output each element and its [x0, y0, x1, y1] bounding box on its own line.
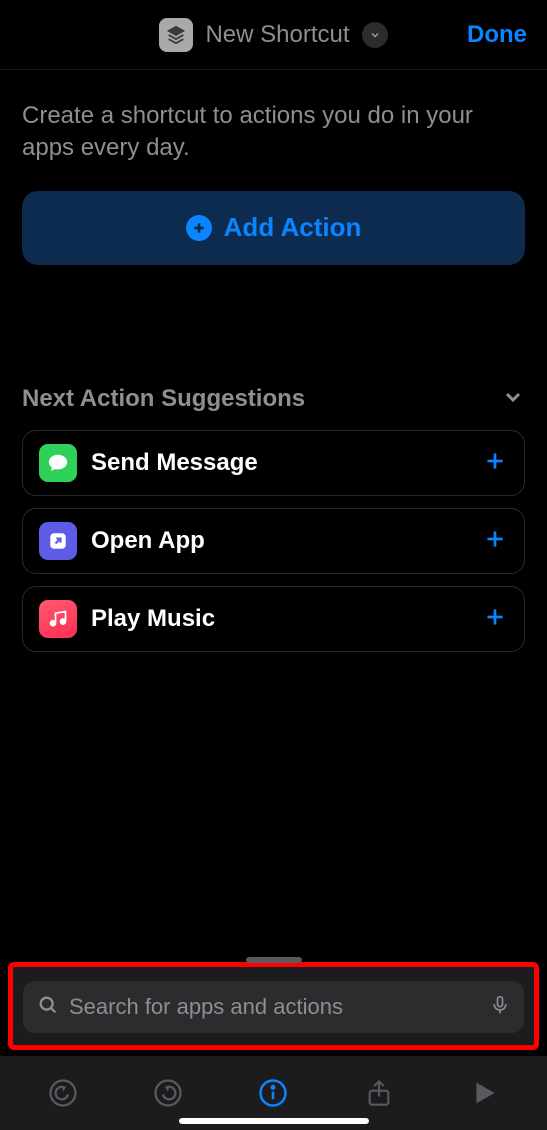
search-placeholder: Search for apps and actions [69, 994, 480, 1020]
undo-button[interactable] [43, 1073, 83, 1113]
home-indicator[interactable] [179, 1118, 369, 1124]
info-button[interactable] [253, 1073, 293, 1113]
play-button[interactable] [464, 1073, 504, 1113]
suggestions-title: Next Action Suggestions [22, 385, 305, 413]
shortcut-app-icon [159, 18, 193, 52]
redo-button[interactable] [148, 1073, 188, 1113]
chevron-down-icon[interactable] [501, 385, 525, 414]
title-chevron-icon[interactable] [362, 22, 388, 48]
search-input[interactable]: Search for apps and actions [23, 981, 524, 1033]
suggestion-label: Play Music [91, 605, 482, 633]
done-button[interactable]: Done [467, 21, 527, 49]
suggestion-send-message[interactable]: Send Message [22, 430, 525, 496]
mic-icon[interactable] [490, 994, 510, 1021]
page-title: New Shortcut [205, 21, 349, 49]
plus-icon[interactable] [482, 448, 508, 477]
header-title-group[interactable]: New Shortcut [159, 18, 387, 52]
suggestion-label: Send Message [91, 449, 482, 477]
plus-icon[interactable] [482, 526, 508, 555]
search-panel: Search for apps and actions [8, 962, 539, 1050]
intro-text: Create a shortcut to actions you do in y… [22, 100, 525, 165]
content-area: Create a shortcut to actions you do in y… [0, 70, 547, 652]
suggestion-play-music[interactable]: Play Music [22, 586, 525, 652]
drag-handle[interactable] [246, 957, 302, 963]
suggestion-label: Open App [91, 527, 482, 555]
suggestions-header[interactable]: Next Action Suggestions [22, 385, 525, 414]
search-icon [37, 994, 59, 1021]
add-action-button[interactable]: Add Action [22, 191, 525, 265]
bottom-region: Search for apps and actions [0, 962, 547, 1130]
share-button[interactable] [359, 1073, 399, 1113]
header: New Shortcut Done [0, 0, 547, 70]
suggestion-open-app[interactable]: Open App [22, 508, 525, 574]
open-app-icon [39, 522, 77, 560]
plus-icon[interactable] [482, 604, 508, 633]
music-icon [39, 600, 77, 638]
add-action-label: Add Action [224, 212, 362, 243]
message-icon [39, 444, 77, 482]
plus-circle-icon [186, 215, 212, 241]
